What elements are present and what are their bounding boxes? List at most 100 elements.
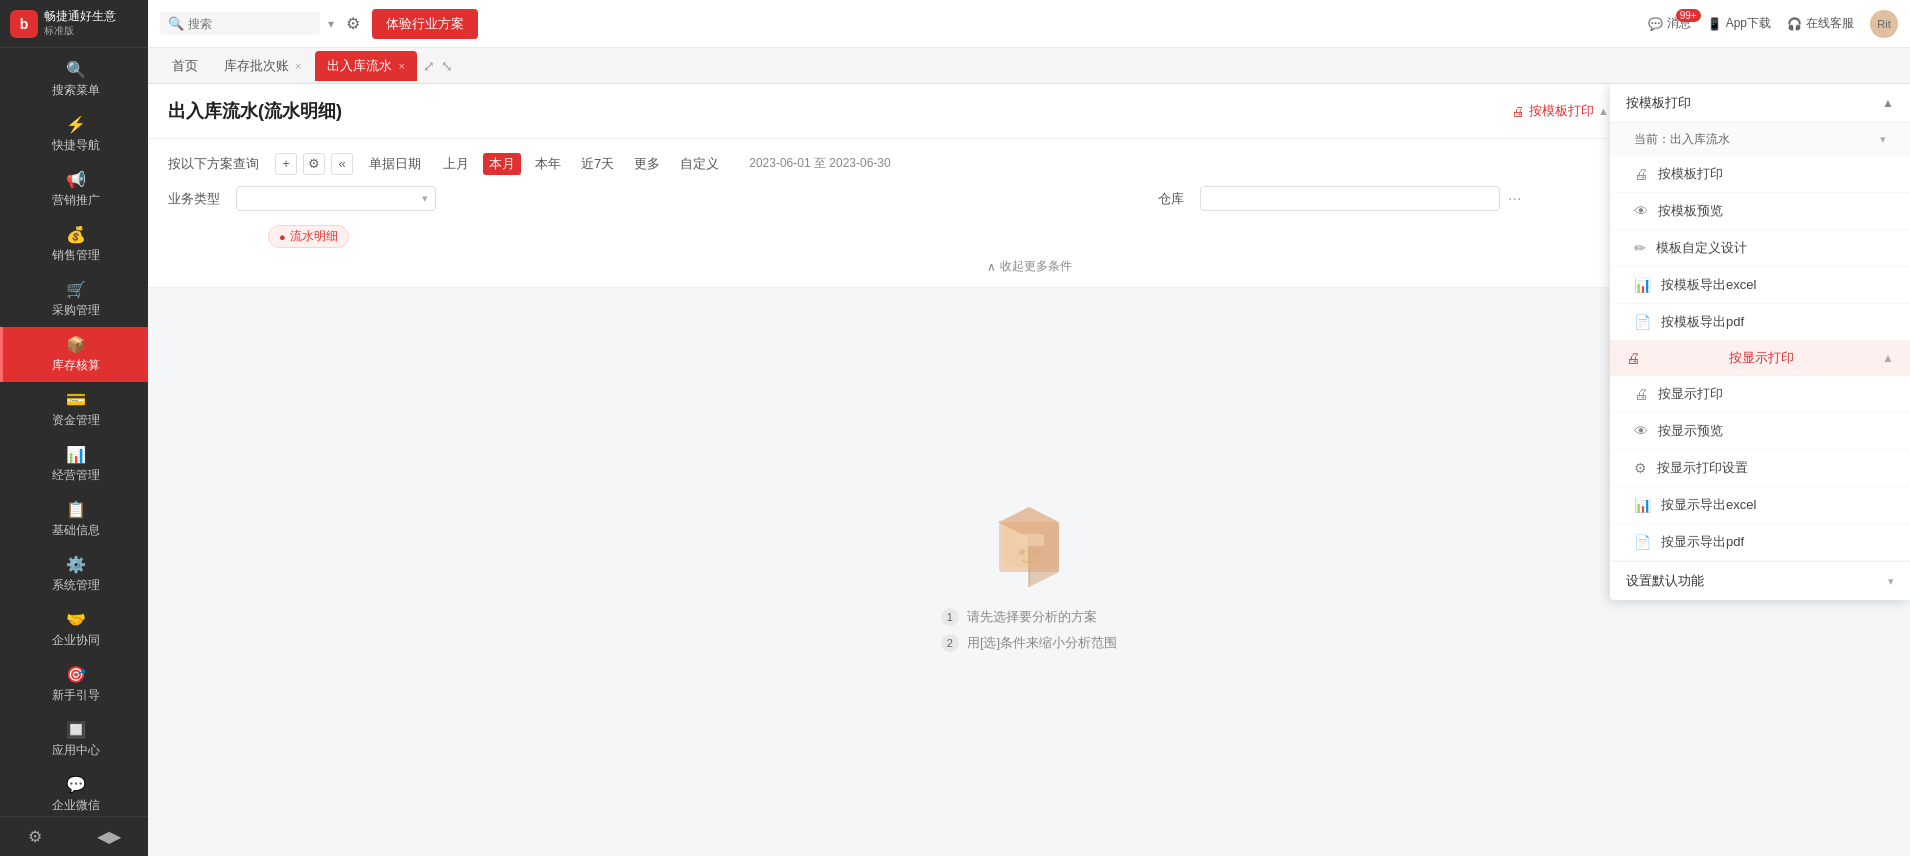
finance-icon: 💳 [66,390,86,409]
sidebar-item-appstore[interactable]: 🔲 应用中心 [0,712,148,767]
pdf-icon: 📄 [1634,314,1651,330]
sidebar-item-search[interactable]: 🔍搜索菜单 [0,52,148,107]
dropdown-item-按模板预览[interactable]: 👁按模板预览 [1610,193,1910,230]
flow-detail-tag[interactable]: ● 流水明细 [268,225,349,248]
current-label: 当前：出入库流水 [1634,131,1730,148]
tag-close-icon[interactable]: ● [279,231,286,243]
dropdown-item-按模板打印[interactable]: 🖨按模板打印 [1610,156,1910,193]
topbar-gear-icon[interactable]: ⚙ [346,14,360,33]
date-tab-上月[interactable]: 上月 [437,153,475,175]
online-service-item[interactable]: 🎧 在线客服 [1787,15,1854,32]
dropdown-display-item-按显示打印[interactable]: 🖨按显示打印 [1610,376,1910,413]
collapse-more-btn[interactable]: ∧ 收起更多条件 [987,258,1072,275]
print-chevron-icon: ▲ [1598,105,1609,117]
app-logo-text: 畅捷通好生意 标准版 [44,9,116,39]
dropdown-item-按模板导出pdf[interactable]: 📄 按模板导出pdf [1610,304,1910,341]
biz-type-label: 业务类型 [168,190,220,208]
tab-batch[interactable]: 库存批次账 × [212,51,313,81]
tabbar-expand-icon[interactable]: ⤢ [423,58,435,74]
dropdown-current-item: 当前：出入库流水▾ [1610,123,1910,156]
print-action-btn[interactable]: 🖨 按模板打印 ▲ [1512,102,1609,120]
sidebar-item-guide[interactable]: 🎯新手引导 [0,657,148,712]
purchase-icon: 🛒 [66,280,86,299]
sales-icon: 💰 [66,225,86,244]
sidebar-item-shortcut[interactable]: ⚡快捷导航 [0,107,148,162]
settings-filter-btn[interactable]: ⚙ [303,153,325,175]
search-input[interactable] [188,17,308,31]
display-section-icon: 🖨 [1626,350,1640,366]
sidebar-item-label-marketing: 营销推广 [52,192,100,209]
appstore-icon: 🔲 [66,720,86,739]
tab-close-batch[interactable]: × [295,60,301,72]
display-chevron-icon: ▲ [1882,351,1894,365]
dropdown-display-item-按显示导出excel[interactable]: 📊按显示导出excel [1610,487,1910,524]
dropdown-display-item-label: 按显示导出excel [1661,496,1756,514]
sidebar-item-wechat[interactable]: 💬企业微信 [0,767,148,816]
sidebar-item-basic[interactable]: 📋基础信息 [0,492,148,547]
dropdown-display-header[interactable]: 🖨按显示打印▲ [1610,341,1910,376]
empty-state-icon [979,492,1079,592]
avatar[interactable]: Rit [1870,10,1898,38]
basic-icon: 📋 [66,500,86,519]
dropdown-template-header[interactable]: 按模板打印▲ [1610,84,1910,123]
message-icon-item[interactable]: 💬 消息 99+ [1648,15,1691,32]
date-tab-本年[interactable]: 本年 [529,153,567,175]
svg-point-7 [1019,549,1025,555]
tabbar-collapse-icon[interactable]: ⤡ [441,58,453,74]
warehouse-ellipsis-icon[interactable]: ··· [1508,190,1521,208]
biz-type-select[interactable] [236,186,436,211]
dropdown-display-item-按显示导出pdf[interactable]: 📄按显示导出pdf [1610,524,1910,561]
tab-flow[interactable]: 出入库流水× [315,51,416,81]
sidebar-item-label-system: 系统管理 [52,577,100,594]
topbar-search-box[interactable]: 🔍 [160,12,320,35]
trial-btn[interactable]: 体验行业方案 [372,9,478,39]
print-icon: 🖨 [1512,104,1525,119]
pdf-display-icon: 📄 [1634,534,1651,550]
tab-label-batch: 库存批次账 [224,57,289,75]
app-logo-icon: b [10,10,38,38]
dropdown-item-label: 按模板打印 [1658,165,1723,183]
sidebar-item-system[interactable]: ⚙️系统管理 [0,547,148,602]
footer-chevron-icon: ▾ [1888,575,1894,588]
collapse-filter-btn[interactable]: « [331,153,353,175]
sidebar-item-label-guide: 新手引导 [52,687,100,704]
topbar-chevron-icon[interactable]: ▾ [328,17,334,31]
wechat-icon: 💬 [66,775,86,794]
sidebar-item-label-collab: 企业协同 [52,632,100,649]
download-icon: 📱 [1707,17,1722,31]
sidebar-item-label-sales: 销售管理 [52,247,100,264]
dropdown-display-item-按显示预览[interactable]: 👁按显示预览 [1610,413,1910,450]
sidebar-item-label-appstore: 应用中心 [52,742,100,759]
sidebar-item-inventory[interactable]: 📦库存核算 [0,327,148,382]
dropdown-display-item-按显示打印设置[interactable]: ⚙按显示打印设置 [1610,450,1910,487]
sidebar-item-operation[interactable]: 📊经营管理 [0,437,148,492]
sidebar-item-label-finance: 资金管理 [52,412,100,429]
add-filter-btn[interactable]: + [275,153,297,175]
design-icon: ✏ [1634,240,1646,256]
collapse-icon: ∧ [987,260,996,274]
inventory-icon: 📦 [66,335,86,354]
sidebar-item-purchase[interactable]: 🛒采购管理 [0,272,148,327]
warehouse-input[interactable] [1200,186,1500,211]
date-tab-近7天[interactable]: 近7天 [575,153,620,175]
app-download-item[interactable]: 📱 App下载 [1707,15,1771,32]
sidebar-item-label-search: 搜索菜单 [52,82,100,99]
message-badge: 99+ [1676,9,1701,22]
date-tab-自定义[interactable]: 自定义 [674,153,725,175]
sidebar-item-sales[interactable]: 💰 销售管理 [0,217,148,272]
tab-close-flow[interactable]: × [398,60,404,72]
collapse-sidebar-icon[interactable]: ◀▶ [97,827,121,846]
sidebar-item-collab[interactable]: 🤝企业协同 [0,602,148,657]
dropdown-footer[interactable]: 设置默认功能▾ [1610,561,1910,600]
dropdown-item-模板自定义设计[interactable]: ✏ 模板自定义设计 [1610,230,1910,267]
dropdown-item-label: 按模板导出pdf [1661,313,1744,331]
dropdown-item-按模板导出excel[interactable]: 📊按模板导出excel [1610,267,1910,304]
sidebar-item-marketing[interactable]: 📢营销推广 [0,162,148,217]
settings-icon[interactable]: ⚙ [28,827,42,846]
date-tab-更多[interactable]: 更多 [628,153,666,175]
date-tab-本月[interactable]: 本月 [483,153,521,175]
warehouse-label: 仓库 [1158,190,1184,208]
sidebar-item-finance[interactable]: 💳 资金管理 [0,382,148,437]
tab-home[interactable]: 首页 [160,51,210,81]
dropdown-item-label: 模板自定义设计 [1656,239,1747,257]
